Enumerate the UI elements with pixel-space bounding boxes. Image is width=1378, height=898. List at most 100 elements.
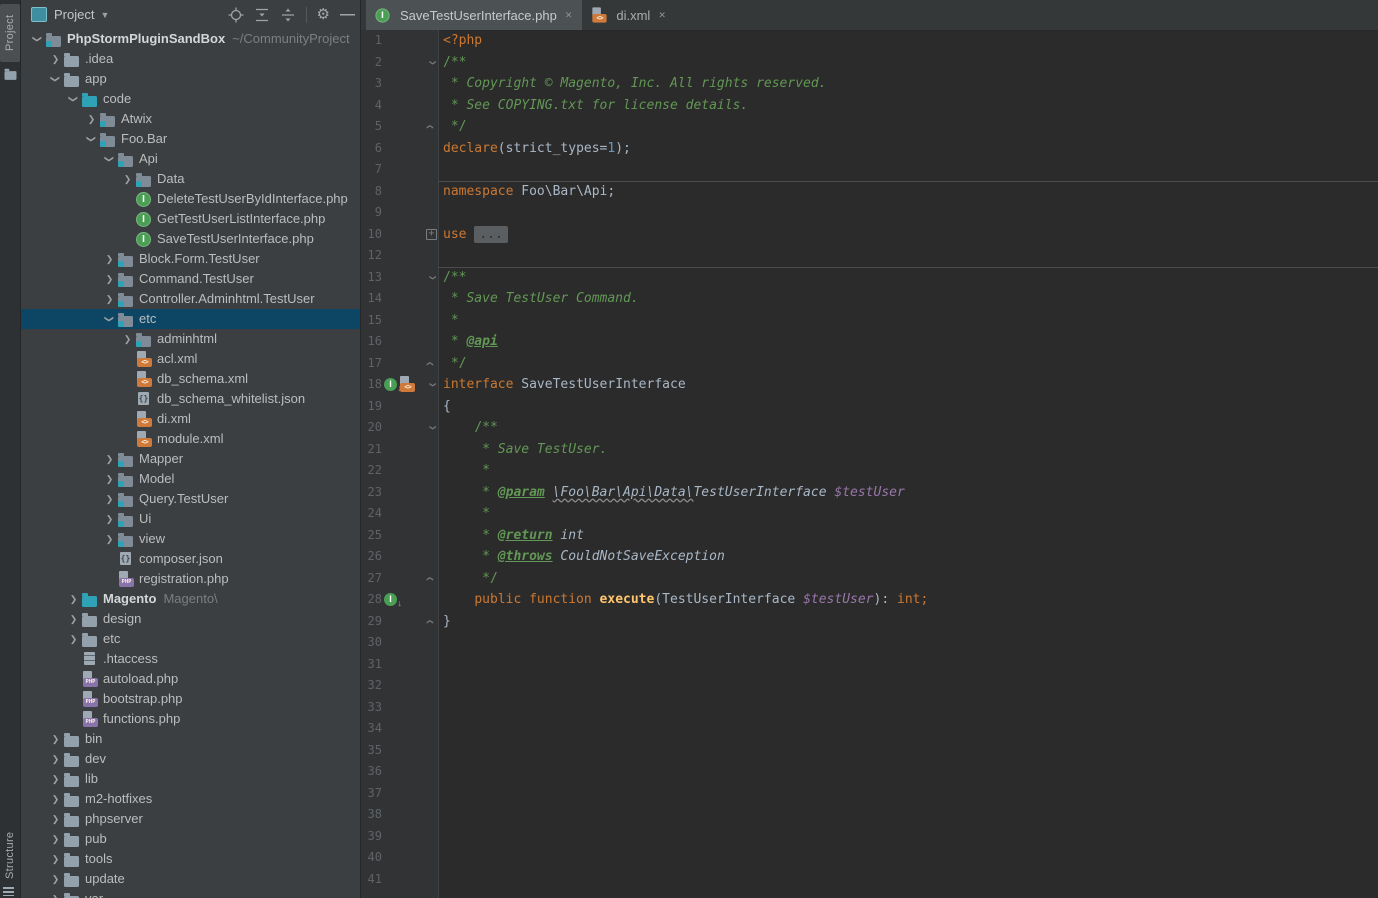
tree-item-phpstormpluginsandbox[interactable]: ❯PhpStormPluginSandBox~/CommunityProject bbox=[21, 29, 360, 49]
code-line-13[interactable]: 13❯/** bbox=[361, 267, 1378, 289]
tree-item-atwix[interactable]: ❯Atwix bbox=[21, 109, 360, 129]
code-line-30[interactable]: 30 bbox=[361, 632, 1378, 654]
tree-item-foo-bar[interactable]: ❯Foo.Bar bbox=[21, 129, 360, 149]
expand-arrow[interactable]: ❯ bbox=[101, 469, 118, 489]
structure-tool-window-button[interactable]: Structure bbox=[0, 824, 20, 886]
tree-item-update[interactable]: ❯update bbox=[21, 869, 360, 889]
expand-all-button[interactable] bbox=[280, 7, 296, 23]
expand-arrow[interactable]: ❯ bbox=[47, 769, 64, 789]
code-line-38[interactable]: 38 bbox=[361, 804, 1378, 826]
tree-item--idea[interactable]: ❯.idea bbox=[21, 49, 360, 69]
tree-item-phpserver[interactable]: ❯phpserver bbox=[21, 809, 360, 829]
expand-arrow[interactable]: ❯ bbox=[47, 789, 64, 809]
implementations-icon[interactable]: I↓ bbox=[384, 593, 397, 606]
tree-item-etc[interactable]: ❯etc bbox=[21, 629, 360, 649]
tab-close-icon[interactable]: ✕ bbox=[658, 10, 666, 21]
editor-body[interactable]: 1<?php2❯/**3 * Copyright © Magento, Inc.… bbox=[361, 30, 1378, 898]
tree-item-controller-adminhtml-testuser[interactable]: ❯Controller.Adminhtml.TestUser bbox=[21, 289, 360, 309]
code-line-35[interactable]: 35 bbox=[361, 740, 1378, 762]
code-line-7[interactable]: 7 bbox=[361, 159, 1378, 181]
tree-item-module-xml[interactable]: <>module.xml bbox=[21, 429, 360, 449]
tree-item-db-schema-xml[interactable]: <>db_schema.xml bbox=[21, 369, 360, 389]
expand-arrow[interactable]: ❯ bbox=[101, 269, 118, 289]
expand-arrow[interactable]: ❯ bbox=[47, 829, 64, 849]
expand-arrow[interactable]: ❯ bbox=[100, 311, 120, 328]
code-line-24[interactable]: 24 * bbox=[361, 503, 1378, 525]
tree-item-command-testuser[interactable]: ❯Command.TestUser bbox=[21, 269, 360, 289]
related-xml-icon[interactable]: <> bbox=[399, 376, 418, 392]
fold-marker-icon[interactable]: ❯ bbox=[420, 422, 442, 434]
expand-arrow[interactable]: ❯ bbox=[101, 249, 118, 269]
code-line-23[interactable]: 23 * @param \Foo\Bar\Api\Data\TestUserIn… bbox=[361, 482, 1378, 504]
chevron-down-icon[interactable]: ▼ bbox=[100, 10, 109, 20]
fold-marker-icon[interactable]: ❯ bbox=[420, 572, 442, 584]
code-line-41[interactable]: 41 bbox=[361, 869, 1378, 891]
fold-marker-icon[interactable]: ❯ bbox=[420, 56, 442, 68]
expand-arrow[interactable]: ❯ bbox=[101, 289, 118, 309]
tree-item-code[interactable]: ❯code bbox=[21, 89, 360, 109]
expand-arrow[interactable]: ❯ bbox=[83, 109, 100, 129]
tree-item-autoload-php[interactable]: PHPautoload.php bbox=[21, 669, 360, 689]
tree-item-composer-json[interactable]: {}composer.json bbox=[21, 549, 360, 569]
code-line-8[interactable]: 8namespace Foo\Bar\Api; bbox=[361, 181, 1378, 203]
code-line-6[interactable]: 6declare(strict_types=1); bbox=[361, 138, 1378, 160]
code-line-14[interactable]: 14 * Save TestUser Command. bbox=[361, 288, 1378, 310]
code-line-29[interactable]: 29❯} bbox=[361, 611, 1378, 633]
code-line-18[interactable]: 18I↓<>❯interface SaveTestUserInterface bbox=[361, 374, 1378, 396]
code-line-9[interactable]: 9 bbox=[361, 202, 1378, 224]
tree-item-lib[interactable]: ❯lib bbox=[21, 769, 360, 789]
expand-arrow[interactable]: ❯ bbox=[101, 529, 118, 549]
expand-arrow[interactable]: ❯ bbox=[82, 131, 102, 148]
code-line-4[interactable]: 4 * See COPYING.txt for license details. bbox=[361, 95, 1378, 117]
code-line-26[interactable]: 26 * @throws CouldNotSaveException bbox=[361, 546, 1378, 568]
tree-item-adminhtml[interactable]: ❯adminhtml bbox=[21, 329, 360, 349]
code-line-28[interactable]: 28I↓ public function execute(TestUserInt… bbox=[361, 589, 1378, 611]
select-opened-file-button[interactable] bbox=[228, 7, 244, 23]
tab-close-icon[interactable]: ✕ bbox=[565, 10, 573, 21]
expand-arrow[interactable]: ❯ bbox=[101, 489, 118, 509]
code-line-19[interactable]: 19{ bbox=[361, 396, 1378, 418]
expand-arrow[interactable]: ❯ bbox=[65, 629, 82, 649]
code-line-36[interactable]: 36 bbox=[361, 761, 1378, 783]
project-tool-window-button[interactable]: Project bbox=[0, 4, 20, 62]
implementations-icon[interactable]: I↓ bbox=[384, 378, 397, 391]
expand-arrow[interactable]: ❯ bbox=[47, 729, 64, 749]
tree-item-dev[interactable]: ❯dev bbox=[21, 749, 360, 769]
tree-item-db-schema-whitelist-json[interactable]: {}db_schema_whitelist.json bbox=[21, 389, 360, 409]
code-line-31[interactable]: 31 bbox=[361, 654, 1378, 676]
tree-item-api[interactable]: ❯Api bbox=[21, 149, 360, 169]
code-line-39[interactable]: 39 bbox=[361, 826, 1378, 848]
expand-arrow[interactable]: ❯ bbox=[47, 849, 64, 869]
code-line-27[interactable]: 27❯ */ bbox=[361, 568, 1378, 590]
code-line-21[interactable]: 21 * Save TestUser. bbox=[361, 439, 1378, 461]
tree-item-bootstrap-php[interactable]: PHPbootstrap.php bbox=[21, 689, 360, 709]
tree-item-view[interactable]: ❯view bbox=[21, 529, 360, 549]
code-line-34[interactable]: 34 bbox=[361, 718, 1378, 740]
expand-arrow[interactable]: ❯ bbox=[47, 889, 64, 898]
code-line-3[interactable]: 3 * Copyright © Magento, Inc. All rights… bbox=[361, 73, 1378, 95]
tree-item-app[interactable]: ❯app bbox=[21, 69, 360, 89]
code-line-17[interactable]: 17❯ */ bbox=[361, 353, 1378, 375]
code-line-25[interactable]: 25 * @return int bbox=[361, 525, 1378, 547]
tree-item-tools[interactable]: ❯tools bbox=[21, 849, 360, 869]
code-line-12[interactable]: 12 bbox=[361, 245, 1378, 267]
tree-item-etc[interactable]: ❯etc bbox=[21, 309, 360, 329]
expand-arrow[interactable]: ❯ bbox=[101, 509, 118, 529]
code-line-1[interactable]: 1<?php bbox=[361, 30, 1378, 52]
expand-arrow[interactable]: ❯ bbox=[101, 449, 118, 469]
tree-item-block-form-testuser[interactable]: ❯Block.Form.TestUser bbox=[21, 249, 360, 269]
tree-item-acl-xml[interactable]: <>acl.xml bbox=[21, 349, 360, 369]
expand-arrow[interactable]: ❯ bbox=[119, 329, 136, 349]
code-line-10[interactable]: 10+use ... bbox=[361, 224, 1378, 246]
expand-arrow[interactable]: ❯ bbox=[65, 609, 82, 629]
code-line-32[interactable]: 32 bbox=[361, 675, 1378, 697]
code-line-2[interactable]: 2❯/** bbox=[361, 52, 1378, 74]
expand-arrow[interactable]: ❯ bbox=[65, 589, 82, 609]
tree-item-m2-hotfixes[interactable]: ❯m2-hotfixes bbox=[21, 789, 360, 809]
tree-item--htaccess[interactable]: .htaccess bbox=[21, 649, 360, 669]
fold-marker-icon[interactable]: ❯ bbox=[420, 271, 442, 283]
expand-arrow[interactable]: ❯ bbox=[47, 809, 64, 829]
fold-marker-icon[interactable]: ❯ bbox=[420, 357, 442, 369]
tree-item-mapper[interactable]: ❯Mapper bbox=[21, 449, 360, 469]
tree-item-gettestuserlistinterface-php[interactable]: IGetTestUserListInterface.php bbox=[21, 209, 360, 229]
